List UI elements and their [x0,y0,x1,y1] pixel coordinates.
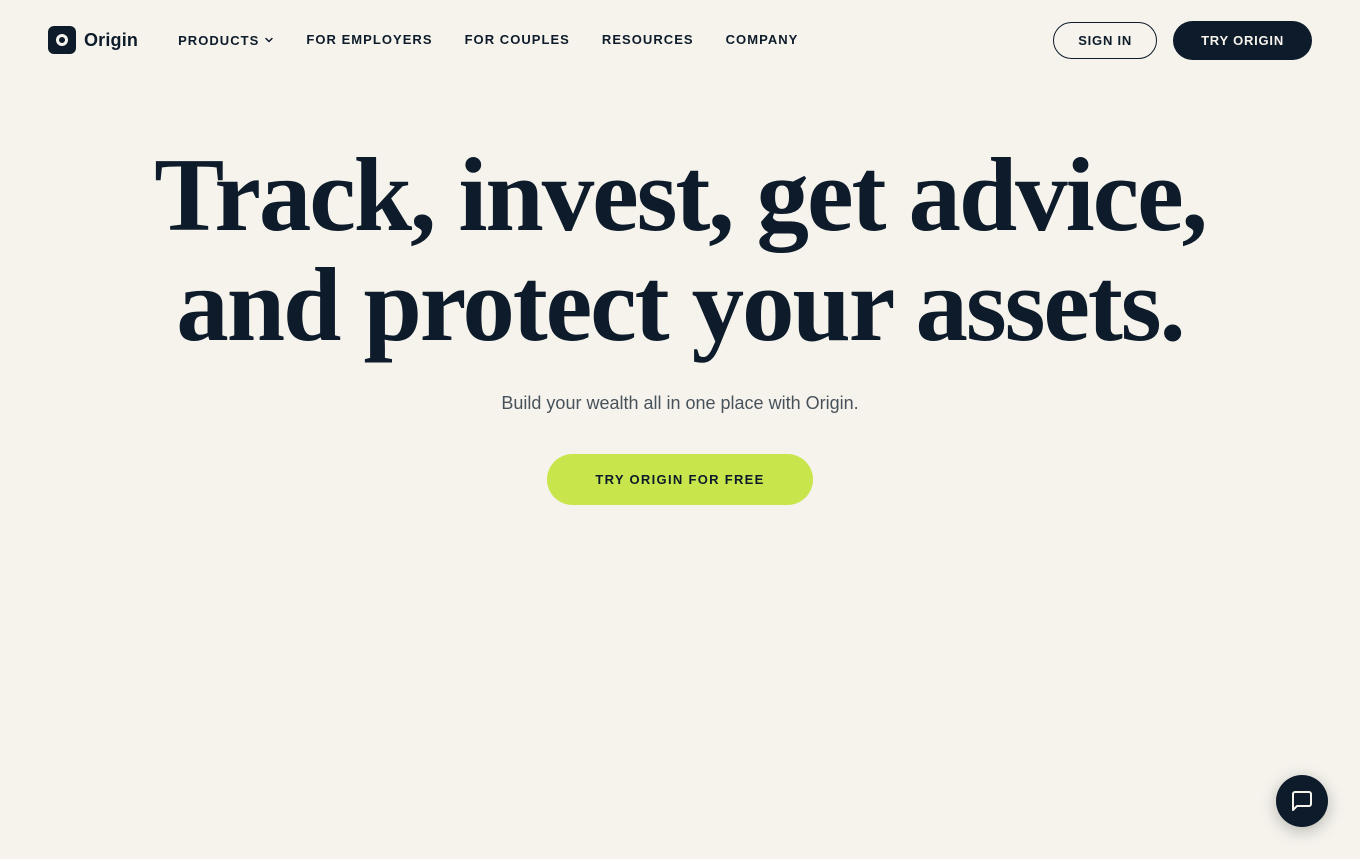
navbar: Origin PRODUCTS FOR EMPLOYERS FOR COUPLE… [0,0,1360,80]
nav-link-for-couples[interactable]: FOR COUPLES [465,32,570,47]
nav-link-products[interactable]: PRODUCTS [178,33,274,48]
nav-link-company[interactable]: COMPANY [726,32,799,47]
chevron-down-icon [264,35,274,45]
nav-link-for-employers[interactable]: FOR EMPLOYERS [306,32,432,47]
hero-section: Track, invest, get advice, and protect y… [0,80,1360,585]
nav-links: PRODUCTS FOR EMPLOYERS FOR COUPLES RESOU… [178,31,798,49]
logo-text: Origin [84,30,138,51]
nav-item-for-couples[interactable]: FOR COUPLES [465,31,570,49]
nav-right: SIGN IN TRY ORIGIN [1053,21,1312,60]
chat-button[interactable] [1276,775,1328,827]
nav-left: Origin PRODUCTS FOR EMPLOYERS FOR COUPLE… [48,26,798,54]
nav-link-resources[interactable]: RESOURCES [602,32,694,47]
logo-link[interactable]: Origin [48,26,138,54]
nav-item-resources[interactable]: RESOURCES [602,31,694,49]
nav-item-products[interactable]: PRODUCTS [178,33,274,48]
chat-icon [1290,789,1314,813]
hero-subtext: Build your wealth all in one place with … [501,393,858,414]
hero-cta-button[interactable]: TRY ORIGIN FOR FREE [547,454,812,505]
sign-in-button[interactable]: SIGN IN [1053,22,1157,59]
hero-headline: Track, invest, get advice, and protect y… [154,140,1206,361]
nav-item-company[interactable]: COMPANY [726,31,799,49]
nav-item-for-employers[interactable]: FOR EMPLOYERS [306,31,432,49]
logo-icon [48,26,76,54]
try-origin-button[interactable]: TRY ORIGIN [1173,21,1312,60]
